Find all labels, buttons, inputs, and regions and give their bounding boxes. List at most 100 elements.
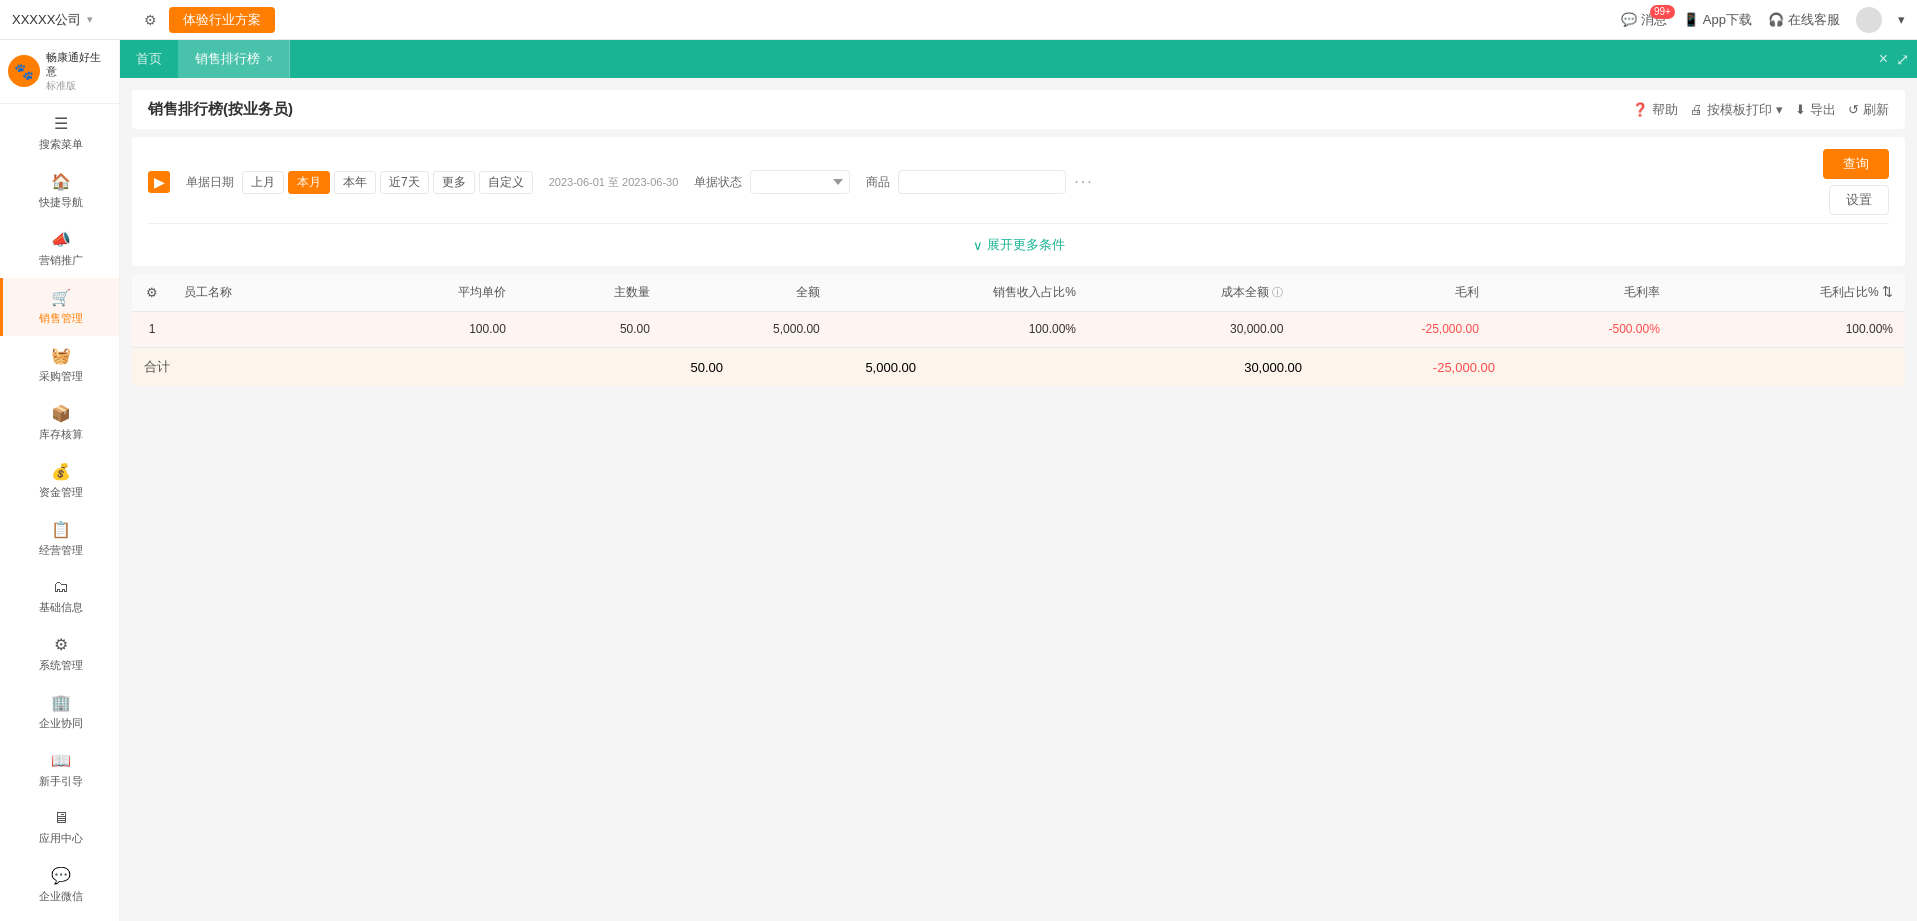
date-label: 单据日期 xyxy=(186,174,234,191)
sidebar-item-quick-nav[interactable]: 🏠 快捷导航 xyxy=(0,162,119,220)
date-current-month-button[interactable]: 本月 xyxy=(288,171,330,194)
sidebar-item-app-center[interactable]: 🖥 应用中心 xyxy=(0,799,119,856)
date-custom-button[interactable]: 自定义 xyxy=(479,171,533,194)
footer-cells: 50.00 5,000.00 30,000.00 -25,000.00 xyxy=(204,360,1893,375)
company-selector[interactable]: XXXXX公司 ▾ xyxy=(12,11,132,29)
sidebar-item-member[interactable]: 🏅 畅会员 xyxy=(0,914,119,921)
help-icon: ❓ xyxy=(1632,102,1648,117)
sidebar-item-wechat[interactable]: 💬 企业微信 xyxy=(0,856,119,914)
wechat-icon: 💬 xyxy=(51,866,71,885)
goods-more-button[interactable]: ··· xyxy=(1074,173,1093,191)
message-button[interactable]: 💬 消息 99+ xyxy=(1621,11,1667,29)
chevron-down-icon: ∨ xyxy=(973,238,983,253)
td-gross-rate: -500.00% xyxy=(1491,312,1672,347)
footer-spacer xyxy=(204,360,373,375)
sidebar-item-label: 基础信息 xyxy=(39,600,83,615)
th-qty: 主数量 xyxy=(518,274,662,312)
tab-home-label: 首页 xyxy=(136,50,162,68)
expand-more-row: ∨ 展开更多条件 xyxy=(148,223,1889,254)
print-icon: 🖨 xyxy=(1690,102,1703,117)
goods-label: 商品 xyxy=(866,174,890,191)
sidebar-item-label: 新手引导 xyxy=(39,774,83,789)
settings-button[interactable]: 设置 xyxy=(1829,185,1889,215)
date-current-year-button[interactable]: 本年 xyxy=(334,171,376,194)
page-actions: ❓ 帮助 🖨 按模板打印 ▾ ⬇ 导出 ↺ 刷新 xyxy=(1632,101,1889,119)
td-gross: -25,000.00 xyxy=(1295,312,1490,347)
footer-amount: 5,000.00 xyxy=(735,360,928,375)
goods-filter: 商品 ··· xyxy=(866,170,1093,194)
data-table: ⚙ 员工名称 平均单价 主数量 全额 销售收入占比% 成本全额 ⓘ 毛利 毛利率 xyxy=(132,274,1905,347)
date-filter: 单据日期 上月 本月 本年 近7天 更多 自定义 xyxy=(186,171,533,194)
refresh-icon: ↺ xyxy=(1848,102,1859,117)
sidebar-item-label: 营销推广 xyxy=(39,253,83,268)
date-last7days-button[interactable]: 近7天 xyxy=(380,171,429,194)
top-bar: XXXXX公司 ▾ ⚙ 体验行业方案 💬 消息 99+ 📱 App下载 🎧 在线… xyxy=(0,0,1917,40)
sidebar-item-search-order[interactable]: ☰ 搜索菜单 xyxy=(0,104,119,162)
footer-qty: 50.00 xyxy=(542,360,735,375)
tab-home[interactable]: 首页 xyxy=(120,40,179,78)
export-button[interactable]: ⬇ 导出 xyxy=(1795,101,1836,119)
avatar[interactable] xyxy=(1856,7,1882,33)
status-filter: 单据状态 xyxy=(694,170,850,194)
status-select[interactable] xyxy=(750,170,850,194)
message-icon: 💬 xyxy=(1621,12,1637,27)
online-service-button[interactable]: 🎧 在线客服 xyxy=(1768,11,1840,29)
sidebar-logo: 🐾 畅康通好生意 标准版 xyxy=(0,40,119,104)
date-prev-month-button[interactable]: 上月 xyxy=(242,171,284,194)
date-more-button[interactable]: 更多 xyxy=(433,171,475,194)
sidebar-item-sales[interactable]: 🛒 销售管理 xyxy=(0,278,119,336)
sidebar-item-purchase[interactable]: 🧺 采购管理 xyxy=(0,336,119,394)
cost-help-icon[interactable]: ⓘ xyxy=(1272,286,1283,298)
sidebar-item-inventory[interactable]: 📦 库存核算 xyxy=(0,394,119,452)
sidebar-item-label: 资金管理 xyxy=(39,485,83,500)
help-button[interactable]: ❓ 帮助 xyxy=(1632,101,1678,119)
th-amount: 全额 xyxy=(662,274,832,312)
sidebar-item-guide[interactable]: 📖 新手引导 xyxy=(0,741,119,799)
table-row: 1 100.00 50.00 5,000.00 100.00% 30,000.0… xyxy=(132,312,1905,347)
tab-close-icon[interactable]: × xyxy=(266,52,273,66)
search-icon: ☰ xyxy=(54,114,68,133)
page-title: 销售排行榜(按业务员) xyxy=(148,100,293,119)
filter-row-1: ▶ 单据日期 上月 本月 本年 近7天 更多 自定义 xyxy=(148,149,1889,215)
table-footer: 合计 50.00 5,000.00 30,000.00 -25,000.00 xyxy=(132,347,1905,386)
guide-icon: 📖 xyxy=(51,751,71,770)
sidebar-item-operations[interactable]: 📋 经营管理 xyxy=(0,510,119,568)
operations-icon: 📋 xyxy=(51,520,71,539)
sidebar-item-basic[interactable]: 🗂 基础信息 xyxy=(0,568,119,625)
tab-maximize-icon[interactable]: ⤢ xyxy=(1896,50,1909,69)
table-body: 1 100.00 50.00 5,000.00 100.00% 30,000.0… xyxy=(132,312,1905,347)
trial-button[interactable]: 体验行业方案 xyxy=(169,7,275,33)
sidebar-item-system[interactable]: ⚙ 系统管理 xyxy=(0,625,119,683)
sidebar-item-finance[interactable]: 💰 资金管理 xyxy=(0,452,119,510)
top-right-actions: 💬 消息 99+ 📱 App下载 🎧 在线客服 ▾ xyxy=(1621,7,1905,33)
sidebar-item-marketing[interactable]: 📣 营销推广 xyxy=(0,220,119,278)
sidebar-item-enterprise[interactable]: 🏢 企业协同 xyxy=(0,683,119,741)
td-gross-pct: 100.00% xyxy=(1672,312,1905,347)
footer-gross: -25,000.00 xyxy=(1314,360,1507,375)
chevron-down-icon: ▾ xyxy=(87,13,93,26)
goods-input[interactable] xyxy=(898,170,1066,194)
refresh-button[interactable]: ↺ 刷新 xyxy=(1848,101,1889,119)
tab-close-all-icon[interactable]: × xyxy=(1879,50,1888,68)
chevron-down-icon: ▾ xyxy=(1776,102,1783,117)
tab-ranking[interactable]: 销售排行榜 × xyxy=(179,40,290,78)
user-name[interactable]: ▾ xyxy=(1898,12,1905,27)
expand-more-button[interactable]: ∨ 展开更多条件 xyxy=(973,236,1065,254)
app-download-button[interactable]: 📱 App下载 xyxy=(1683,11,1752,29)
th-gross-pct[interactable]: 毛利占比% ⇅ xyxy=(1672,274,1905,312)
th-gross-rate[interactable]: 毛利率 xyxy=(1491,274,1672,312)
td-name xyxy=(172,312,345,347)
gear-icon[interactable]: ⚙ xyxy=(144,12,157,28)
footer-label: 合计 xyxy=(144,358,204,376)
date-filter-buttons: 上月 本月 本年 近7天 更多 自定义 xyxy=(242,171,533,194)
logo-icon: 🐾 xyxy=(8,55,40,87)
inventory-icon: 📦 xyxy=(51,404,71,423)
search-button[interactable]: 查询 xyxy=(1823,149,1889,179)
table-header-row: ⚙ 员工名称 平均单价 主数量 全额 销售收入占比% 成本全额 ⓘ 毛利 毛利率 xyxy=(132,274,1905,312)
th-settings[interactable]: ⚙ xyxy=(132,274,172,312)
print-button[interactable]: 🖨 按模板打印 ▾ xyxy=(1690,101,1783,119)
filter-toggle-button[interactable]: ▶ xyxy=(148,171,170,193)
basic-icon: 🗂 xyxy=(53,578,69,596)
sidebar-item-label: 企业协同 xyxy=(39,716,83,731)
filter-actions: 查询 设置 xyxy=(1823,149,1889,215)
